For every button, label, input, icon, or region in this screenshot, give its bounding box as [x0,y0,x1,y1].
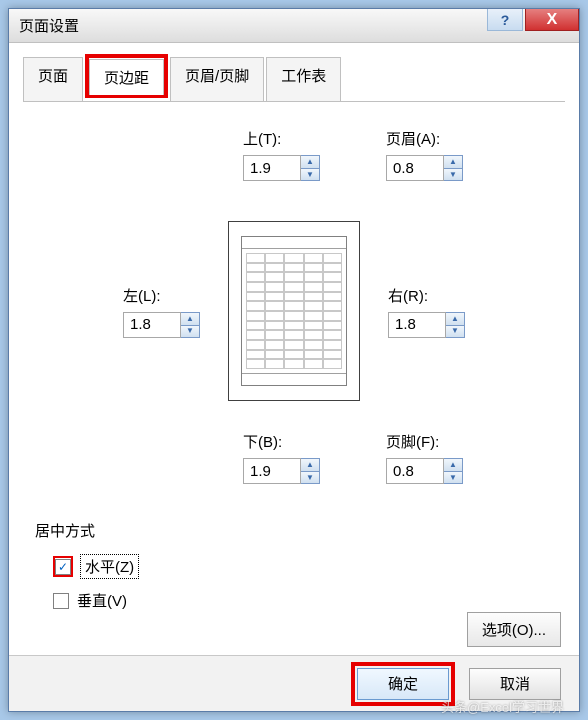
spinner-down-icon[interactable]: ▼ [444,168,462,180]
spinner-down-icon[interactable]: ▼ [301,168,319,180]
spinner-up-icon[interactable]: ▲ [444,459,462,471]
page-setup-dialog: 页面设置 ? X 页面 页边距 页眉/页脚 工作表 上(T): ▲▼ [8,8,580,712]
preview-inner [241,236,347,386]
top-margin-group: 上(T): ▲▼ [243,128,320,181]
center-title: 居中方式 [35,520,565,541]
close-button[interactable]: X [525,9,579,31]
footer-input[interactable] [386,458,444,484]
middle-row: 左(L): ▲▼ [23,221,565,401]
horizontal-row[interactable]: ✓ 水平(Z) [35,553,565,580]
tab-margins-highlight: 页边距 [85,54,168,98]
page-preview [228,221,360,401]
preview-footer [242,373,346,385]
bottom-label: 下(B): [243,431,282,452]
titlebar: 页面设置 ? X [9,9,579,43]
dialog-title: 页面设置 [19,15,487,36]
right-input[interactable] [388,312,446,338]
tab-row: 页面 页边距 页眉/页脚 工作表 [23,57,565,102]
footer-label: 页脚(F): [386,431,439,452]
right-spinner[interactable]: ▲▼ [388,312,465,338]
options-button[interactable]: 选项(O)... [467,612,561,647]
header-spinner[interactable]: ▲▼ [386,155,463,181]
spinner-up-icon[interactable]: ▲ [446,313,464,325]
spinner-down-icon[interactable]: ▼ [181,325,199,337]
ok-highlight: 确定 [351,662,455,706]
left-margin-group: 左(L): ▲▼ [123,285,200,338]
bottom-row: 下(B): ▲▼ 页脚(F): ▲▼ [23,431,483,484]
top-label: 上(T): [243,128,281,149]
left-label: 左(L): [123,285,161,306]
vertical-checkbox[interactable] [53,593,69,609]
help-button[interactable]: ? [487,9,523,31]
footer-margin-group: 页脚(F): ▲▼ [386,431,463,484]
top-input[interactable] [243,155,301,181]
tab-header-footer[interactable]: 页眉/页脚 [170,57,264,101]
left-spinner[interactable]: ▲▼ [123,312,200,338]
spinner-up-icon[interactable]: ▲ [181,313,199,325]
ok-button[interactable]: 确定 [357,668,449,700]
header-margin-group: 页眉(A): ▲▼ [386,128,463,181]
vertical-row[interactable]: 垂直(V) [35,588,565,613]
horizontal-label: 水平(Z) [81,555,138,578]
horizontal-checkbox[interactable]: ✓ [55,559,71,575]
preview-grid [246,253,342,369]
vertical-label: 垂直(V) [77,590,127,611]
margins-content: 上(T): ▲▼ 页眉(A): ▲▼ 左(L): [23,102,565,613]
watermark: 头条@Excel学习世界 [441,697,564,716]
center-section: 居中方式 ✓ 水平(Z) 垂直(V) [23,520,565,613]
option-row: 选项(O)... [467,612,561,647]
tab-page[interactable]: 页面 [23,57,83,101]
dialog-body: 页面 页边距 页眉/页脚 工作表 上(T): ▲▼ 页眉(A): [9,43,579,711]
footer-spinner[interactable]: ▲▼ [386,458,463,484]
tab-margins[interactable]: 页边距 [89,59,164,95]
header-label: 页眉(A): [386,128,440,149]
cancel-button[interactable]: 取消 [469,668,561,700]
horizontal-checkbox-highlight: ✓ [53,556,73,577]
top-row: 上(T): ▲▼ 页眉(A): ▲▼ [23,128,483,181]
spinner-down-icon[interactable]: ▼ [446,325,464,337]
preview-header [242,237,346,249]
right-label: 右(R): [388,285,428,306]
spinner-up-icon[interactable]: ▲ [444,156,462,168]
left-input[interactable] [123,312,181,338]
tab-sheet[interactable]: 工作表 [266,57,341,101]
right-margin-group: 右(R): ▲▼ [388,285,465,338]
bottom-input[interactable] [243,458,301,484]
spinner-up-icon[interactable]: ▲ [301,156,319,168]
spinner-down-icon[interactable]: ▼ [444,471,462,483]
bottom-spinner[interactable]: ▲▼ [243,458,320,484]
spinner-down-icon[interactable]: ▼ [301,471,319,483]
header-input[interactable] [386,155,444,181]
top-spinner[interactable]: ▲▼ [243,155,320,181]
bottom-margin-group: 下(B): ▲▼ [243,431,320,484]
spinner-up-icon[interactable]: ▲ [301,459,319,471]
title-buttons: ? X [487,9,579,42]
